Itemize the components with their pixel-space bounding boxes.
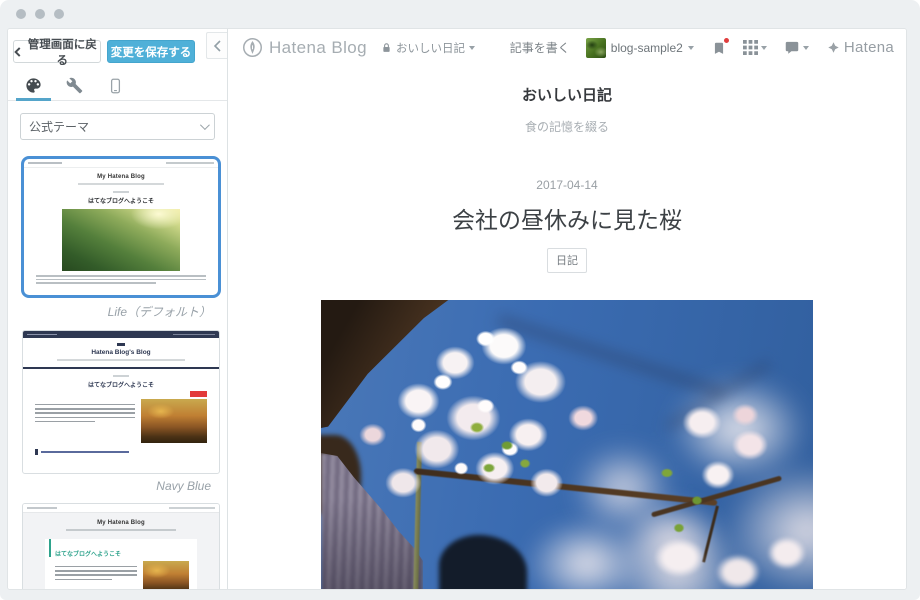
account-username: blog-sample2 — [611, 41, 683, 55]
mini-paragraph-bars — [55, 561, 137, 589]
current-blog-name: おいしい日記 — [396, 40, 465, 56]
cherry-blossom-photo — [321, 300, 813, 589]
palette-icon — [24, 76, 43, 95]
blog-switcher[interactable]: おいしい日記 — [381, 40, 475, 56]
green-leaves — [441, 405, 561, 495]
window-content: 管理画面に戻る 変更を保存する — [7, 28, 907, 590]
post-date[interactable]: 2017-04-14 — [228, 178, 906, 192]
mini-preview-header — [24, 159, 218, 168]
header-icon-group — [712, 40, 809, 56]
theme-category-value: 公式テーマ — [29, 118, 89, 135]
avatar — [586, 38, 606, 58]
mini-blog-subtitle-bar — [78, 183, 164, 185]
mini-post-title: はてなブログへようこそ — [24, 196, 218, 205]
caret-down-icon — [761, 46, 767, 50]
back-to-admin-button[interactable]: 管理画面に戻る — [13, 40, 101, 63]
tab-customize-wrench[interactable] — [54, 71, 95, 100]
hatena-blog-header: Hatena Blog おいしい日記 記事を書く blog-sample2 — [228, 29, 906, 66]
sidebar-collapse-button[interactable] — [206, 32, 227, 59]
theme-thumbnail-life[interactable]: My Hatena Blog はてなブログへようこそ — [21, 156, 221, 298]
mini-date-bar — [113, 191, 129, 193]
write-post-link[interactable]: 記事を書く — [510, 39, 570, 56]
mini-paragraph-bars — [36, 275, 206, 284]
caret-down-icon — [688, 46, 694, 50]
brand-name: Hatena Blog — [269, 38, 367, 58]
caret-down-icon — [803, 46, 809, 50]
blog-title: おいしい日記 — [228, 66, 906, 105]
save-changes-button[interactable]: 変更を保存する — [107, 40, 195, 63]
hatena-logo-icon — [827, 41, 840, 54]
chat-icon — [784, 40, 800, 55]
mini-blog-subtitle-bar — [57, 359, 185, 361]
hatena-brand-label: Hatena — [844, 39, 894, 56]
mini-date-bar — [113, 375, 129, 377]
blog-preview-pane: Hatena Blog おいしい日記 記事を書く blog-sample2 — [228, 29, 906, 589]
theme-label-life: Life（デフォルト） — [21, 303, 211, 320]
green-leaves — [631, 440, 751, 550]
mini-blog-subtitle-bar — [66, 529, 176, 531]
smartphone-icon — [107, 77, 124, 95]
mini-blog-title: Hatena Blog's Blog — [23, 349, 219, 356]
mini-link-line — [35, 449, 207, 455]
theme-thumbnail-report[interactable]: My Hatena Blog はてなブログへようこそ — [22, 503, 220, 589]
notification-dot — [723, 37, 730, 44]
mini-paragraph-bars — [35, 399, 135, 443]
mini-river-photo — [62, 209, 180, 271]
window-dot-icon — [16, 9, 26, 19]
mini-post-title: はてなブログへようこそ — [55, 549, 189, 558]
window-frame: 管理画面に戻る 変更を保存する — [0, 0, 920, 600]
sidebar-actions: 管理画面に戻る 変更を保存する — [8, 29, 227, 71]
theme-design-sidebar: 管理画面に戻る 変更を保存する — [8, 29, 228, 589]
window-dot-icon — [54, 9, 64, 19]
hatena-blog-logo[interactable]: Hatena Blog — [242, 37, 367, 58]
apps-grid-menu-button[interactable] — [743, 40, 767, 55]
lock-icon — [381, 42, 392, 53]
pen-circle-icon — [242, 37, 263, 58]
mini-preview-header — [23, 504, 219, 513]
mini-blog-title: My Hatena Blog — [23, 520, 219, 526]
chevron-left-icon — [14, 47, 21, 57]
account-menu[interactable]: blog-sample2 — [586, 38, 694, 58]
mini-blog-title: My Hatena Blog — [24, 174, 218, 180]
blog-preview-content: おいしい日記 食の記憶を綴る 2017-04-14 会社の昼休みに見た桜 日記 — [228, 66, 906, 589]
category-badge[interactable]: 日記 — [547, 248, 587, 273]
theme-label-navy-blue: Navy Blue — [21, 479, 211, 493]
grid-icon — [743, 40, 758, 55]
design-tabs — [8, 71, 227, 101]
wrench-icon — [66, 77, 83, 94]
chevron-down-icon — [200, 120, 210, 130]
post-title[interactable]: 会社の昼休みに見た桜 — [228, 201, 906, 235]
theme-list: My Hatena Blog はてなブログへようこそ Life（デフォルト） H… — [8, 140, 227, 589]
tab-smartphone[interactable] — [95, 71, 136, 100]
mini-autumn-photo — [143, 561, 189, 589]
mini-post-card: はてなブログへようこそ — [45, 539, 197, 589]
mini-post-title: はてなブログへようこそ — [23, 380, 219, 389]
mini-preview-header — [23, 331, 219, 338]
mini-navy-square — [117, 343, 125, 346]
mini-autumn-photo — [141, 399, 207, 443]
tab-theme-palette[interactable] — [13, 71, 54, 100]
back-to-admin-label: 管理画面に戻る — [25, 36, 100, 68]
bookmark-menu-button[interactable] — [712, 40, 726, 56]
hatena-portal-link[interactable]: Hatena — [827, 39, 894, 56]
theme-thumbnail-navy-blue[interactable]: Hatena Blog's Blog はてなブログへようこそ — [22, 330, 220, 474]
window-dot-icon — [35, 9, 45, 19]
blog-subtitle: 食の記憶を綴る — [228, 118, 906, 135]
theme-category-select[interactable]: 公式テーマ — [20, 113, 215, 140]
chevron-left-icon — [213, 40, 221, 52]
caret-down-icon — [469, 46, 475, 50]
window-titlebar — [0, 0, 920, 28]
messages-menu-button[interactable] — [784, 40, 809, 55]
